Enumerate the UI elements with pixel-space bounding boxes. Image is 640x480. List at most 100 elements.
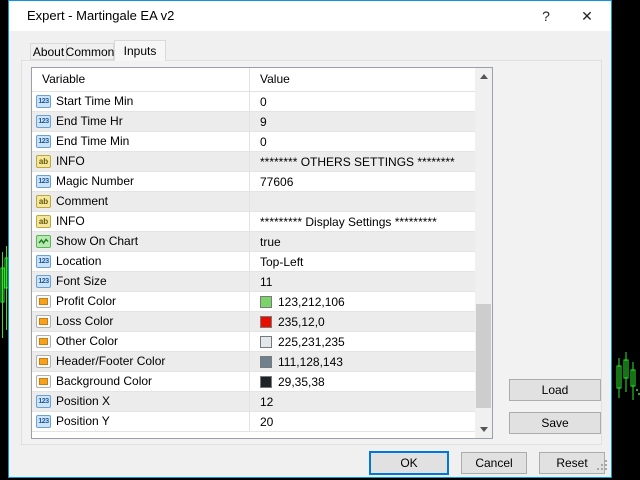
param-cell: Profit Color [32, 292, 250, 311]
param-value-text: 20 [260, 414, 274, 429]
param-value[interactable]: 123,212,106 [250, 292, 475, 311]
param-name: Other Color [56, 334, 119, 348]
param-value[interactable]: 9 [250, 112, 475, 131]
param-name: Profit Color [56, 294, 117, 308]
numeric-param-icon: 123 [36, 95, 51, 108]
param-cell: 123 Location [32, 252, 250, 271]
numeric-param-icon: 123 [36, 175, 51, 188]
table-row[interactable]: 123 Position X 12 [32, 392, 475, 412]
vertical-scrollbar[interactable] [475, 68, 492, 438]
param-cell: ab Comment [32, 192, 250, 211]
table-row[interactable]: 123 End Time Hr 9 [32, 112, 475, 132]
color-swatch [260, 375, 272, 388]
param-cell: 123 End Time Hr [32, 112, 250, 131]
color-swatch [260, 335, 272, 348]
column-header-value: Value [260, 72, 290, 86]
numeric-param-icon: 123 [36, 395, 51, 408]
param-value[interactable]: 235,12,0 [250, 312, 475, 331]
param-name: End Time Min [56, 134, 130, 148]
param-value-text: 235,12,0 [278, 314, 325, 329]
help-button[interactable]: ? [530, 1, 562, 31]
cancel-button[interactable]: Cancel [461, 452, 527, 474]
tab-inputs[interactable]: Inputs [114, 40, 166, 61]
table-body: Variable Value 123 Start Time Min 0 123 … [32, 68, 475, 438]
table-row[interactable]: 123 Location Top-Left [32, 252, 475, 272]
table-row[interactable]: 123 Magic Number 77606 [32, 172, 475, 192]
table-row[interactable]: 123 Position Y 20 [32, 412, 475, 432]
param-value[interactable]: 0 [250, 92, 475, 111]
table-header: Variable Value [32, 68, 475, 92]
chart-candles-left [0, 246, 8, 338]
close-button[interactable]: ✕ [571, 1, 603, 31]
ok-button[interactable]: OK [369, 451, 449, 475]
tab-about[interactable]: About [30, 43, 67, 60]
param-name: Background Color [56, 374, 153, 388]
numeric-param-icon: 123 [36, 115, 51, 128]
param-value[interactable]: ******** OTHERS SETTINGS ******** [250, 152, 475, 171]
scroll-up-icon [479, 74, 488, 79]
param-value-text: 29,35,38 [278, 374, 325, 389]
titlebar: Expert - Martingale EA v2 ? ✕ [9, 1, 611, 31]
param-value[interactable]: 20 [250, 412, 475, 431]
inputs-table: Variable Value 123 Start Time Min 0 123 … [31, 67, 493, 439]
param-cell: Header/Footer Color [32, 352, 250, 371]
table-row[interactable]: Header/Footer Color 111,128,143 [32, 352, 475, 372]
param-cell: ab INFO [32, 212, 250, 231]
bool-param-icon [36, 235, 51, 248]
param-value-text: 225,231,235 [278, 334, 345, 349]
color-param-icon [36, 375, 51, 388]
param-value[interactable]: ********* Display Settings ********* [250, 212, 475, 231]
table-row[interactable]: Show On Chart true [32, 232, 475, 252]
param-cell: 123 Font Size [32, 272, 250, 291]
param-value[interactable]: 29,35,38 [250, 372, 475, 391]
param-name: Font Size [56, 274, 107, 288]
param-value-text: 123,212,106 [278, 294, 345, 309]
table-row[interactable]: 123 End Time Min 0 [32, 132, 475, 152]
param-value[interactable]: 12 [250, 392, 475, 411]
scrollbar-thumb[interactable] [476, 304, 491, 408]
resize-grip[interactable] [601, 464, 603, 466]
numeric-param-icon: 123 [36, 415, 51, 428]
color-param-icon [36, 335, 51, 348]
color-swatch [260, 355, 272, 368]
scroll-up-button[interactable] [475, 68, 492, 85]
table-row[interactable]: ab Comment [32, 192, 475, 212]
param-value-text: ********* Display Settings ********* [260, 214, 437, 229]
numeric-param-icon: 123 [36, 275, 51, 288]
param-value[interactable]: Top-Left [250, 252, 475, 271]
table-row[interactable]: ab INFO ********* Display Settings *****… [32, 212, 475, 232]
param-value[interactable]: true [250, 232, 475, 251]
scroll-down-button[interactable] [475, 421, 492, 438]
param-cell: 123 Magic Number [32, 172, 250, 191]
param-value[interactable]: 111,128,143 [250, 352, 475, 371]
save-button[interactable]: Save [509, 412, 601, 434]
param-cell: Show On Chart [32, 232, 250, 251]
param-value[interactable]: 225,231,235 [250, 332, 475, 351]
param-name: Location [56, 254, 102, 268]
table-row[interactable]: 123 Start Time Min 0 [32, 92, 475, 112]
param-name: Magic Number [56, 174, 135, 188]
table-row[interactable]: 123 Font Size 11 [32, 272, 475, 292]
table-row[interactable]: Other Color 225,231,235 [32, 332, 475, 352]
param-cell: Other Color [32, 332, 250, 351]
table-row[interactable]: Loss Color 235,12,0 [32, 312, 475, 332]
param-value[interactable]: 0 [250, 132, 475, 151]
table-row[interactable]: Profit Color 123,212,106 [32, 292, 475, 312]
param-cell: 123 Position X [32, 392, 250, 411]
param-value[interactable]: 11 [250, 272, 475, 291]
color-swatch [260, 315, 272, 328]
param-value-text: true [260, 234, 281, 249]
param-cell: 123 End Time Min [32, 132, 250, 151]
param-cell: Background Color [32, 372, 250, 391]
color-param-icon [36, 315, 51, 328]
color-param-icon [36, 355, 51, 368]
param-value[interactable]: 77606 [250, 172, 475, 191]
table-row[interactable]: ab INFO ******** OTHERS SETTINGS *******… [32, 152, 475, 172]
tab-common[interactable]: Common [66, 43, 114, 60]
load-button[interactable]: Load [509, 379, 601, 401]
expert-properties-dialog: Expert - Martingale EA v2 ? ✕ About Comm… [8, 0, 612, 478]
reset-button[interactable]: Reset [539, 452, 605, 474]
param-value[interactable] [250, 192, 475, 211]
table-row[interactable]: Background Color 29,35,38 [32, 372, 475, 392]
param-value-text: 9 [260, 114, 267, 129]
